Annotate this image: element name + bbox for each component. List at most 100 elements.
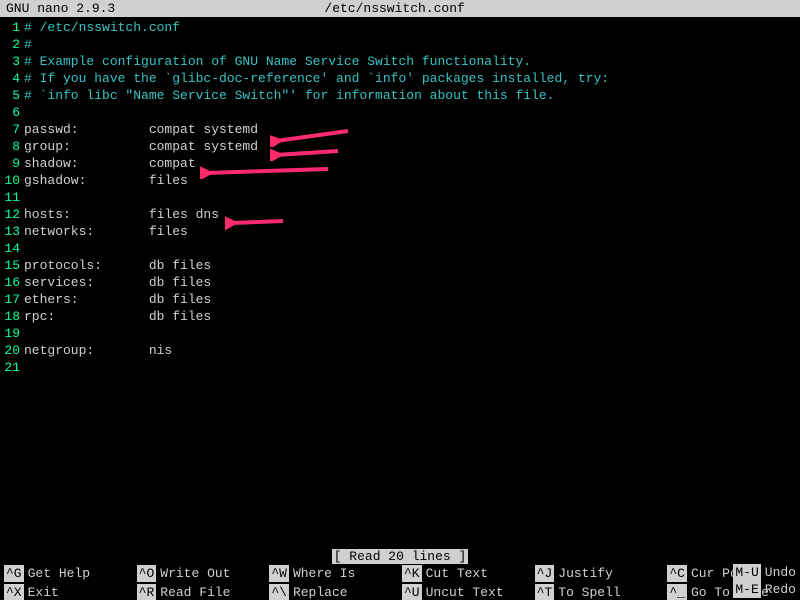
shortcut-key: ^J [535,565,555,582]
shortcut-key: ^O [137,565,157,582]
shortcut-key: ^T [535,584,555,600]
editor-line[interactable]: 11 [0,189,800,206]
line-number: 9 [0,155,20,172]
line-text: ethers: db files [24,291,211,308]
editor-line[interactable]: 19 [0,325,800,342]
editor-line[interactable]: 20netgroup: nis [0,342,800,359]
editor-line[interactable]: 18rpc: db files [0,308,800,325]
shortcut-key: ^G [4,565,24,582]
shortcut-item[interactable]: ^WWhere Is [269,565,398,582]
line-text: # `info libc "Name Service Switch"' for … [24,87,555,104]
line-number: 5 [0,87,20,104]
line-number: 3 [0,53,20,70]
shortcut-label: Redo [765,581,796,598]
editor-line[interactable]: 2# [0,36,800,53]
line-text: rpc: db files [24,308,211,325]
editor-area[interactable]: 1# /etc/nsswitch.conf2#3# Example config… [0,17,800,548]
line-number: 18 [0,308,20,325]
editor-line[interactable]: 13networks: files [0,223,800,240]
shortcut-label: Get Help [28,565,90,582]
line-text: hosts: files dns [24,206,219,223]
editor-line[interactable]: 21 [0,359,800,376]
line-number: 4 [0,70,20,87]
shortcut-item[interactable]: ^UUncut Text [402,584,531,600]
line-text: netgroup: nis [24,342,172,359]
shortcut-key: ^W [269,565,289,582]
line-number: 14 [0,240,20,257]
shortcut-item[interactable]: ^RRead File [137,584,266,600]
file-path: /etc/nsswitch.conf [115,0,674,17]
line-text: # [24,36,32,53]
line-text: # Example configuration of GNU Name Serv… [24,53,531,70]
shortcut-row: ^GGet Help^OWrite Out^WWhere Is^KCut Tex… [0,565,800,584]
line-number: 8 [0,138,20,155]
editor-line[interactable]: 9shadow: compat [0,155,800,172]
editor-line[interactable]: 12hosts: files dns [0,206,800,223]
shortcut-label: To Spell [558,584,620,600]
shortcut-key: ^C [667,565,687,582]
editor-line[interactable]: 17ethers: db files [0,291,800,308]
line-number: 7 [0,121,20,138]
shortcut-extra-column: M-U Undo M-E Redo [733,564,796,598]
shortcut-item[interactable]: ^JJustify [535,565,664,582]
status-bar: [ Read 20 lines ] [0,548,800,565]
editor-line[interactable]: 4# If you have the `glibc-doc-reference'… [0,70,800,87]
line-text: networks: files [24,223,188,240]
editor-line[interactable]: 14 [0,240,800,257]
line-text: passwd: compat systemd [24,121,258,138]
line-number: 17 [0,291,20,308]
line-number: 20 [0,342,20,359]
editor-line[interactable]: 1# /etc/nsswitch.conf [0,19,800,36]
shortcut-item[interactable]: ^TTo Spell [535,584,664,600]
line-number: 19 [0,325,20,342]
line-number: 2 [0,36,20,53]
editor-line[interactable]: 6 [0,104,800,121]
shortcut-label: Where Is [293,565,355,582]
line-text: shadow: compat [24,155,196,172]
line-text: # If you have the `glibc-doc-reference' … [24,70,609,87]
shortcut-key: ^X [4,584,24,600]
shortcut-key: M-E [733,581,760,598]
line-text: protocols: db files [24,257,211,274]
shortcut-label: Replace [293,584,348,600]
line-text: gshadow: files [24,172,188,189]
app-name: GNU nano 2.9.3 [6,0,115,17]
shortcut-item[interactable]: M-E Redo [733,581,796,598]
line-text: services: db files [24,274,211,291]
line-number: 12 [0,206,20,223]
shortcut-item[interactable]: ^GGet Help [4,565,133,582]
shortcut-key: ^K [402,565,422,582]
editor-line[interactable]: 5# `info libc "Name Service Switch"' for… [0,87,800,104]
line-text: group: compat systemd [24,138,258,155]
shortcut-item[interactable]: ^OWrite Out [137,565,266,582]
shortcut-label: Uncut Text [426,584,504,600]
shortcut-key: ^_ [667,584,687,600]
shortcut-label: Undo [765,564,796,581]
shortcut-row: ^XExit^RRead File^\Replace^UUncut Text^T… [0,584,800,600]
shortcut-key: ^U [402,584,422,600]
line-number: 11 [0,189,20,206]
shortcut-label: Read File [160,584,230,600]
editor-line[interactable]: 8group: compat systemd [0,138,800,155]
line-number: 21 [0,359,20,376]
shortcut-key: ^R [137,584,157,600]
editor-line[interactable]: 7passwd: compat systemd [0,121,800,138]
shortcut-item[interactable]: ^KCut Text [402,565,531,582]
line-number: 16 [0,274,20,291]
status-text: [ Read 20 lines ] [332,549,469,564]
editor-line[interactable]: 15protocols: db files [0,257,800,274]
shortcut-item[interactable]: ^XExit [4,584,133,600]
editor-line[interactable]: 16services: db files [0,274,800,291]
shortcut-key: M-U [733,564,760,581]
shortcut-label: Cut Text [426,565,488,582]
line-number: 10 [0,172,20,189]
title-bar: GNU nano 2.9.3 /etc/nsswitch.conf [0,0,800,17]
shortcut-label: Write Out [160,565,230,582]
shortcut-label: Justify [558,565,613,582]
editor-line[interactable]: 10gshadow: files [0,172,800,189]
editor-line[interactable]: 3# Example configuration of GNU Name Ser… [0,53,800,70]
shortcut-label: Exit [28,584,59,600]
line-number: 15 [0,257,20,274]
shortcut-item[interactable]: ^\Replace [269,584,398,600]
shortcut-item[interactable]: M-U Undo [733,564,796,581]
